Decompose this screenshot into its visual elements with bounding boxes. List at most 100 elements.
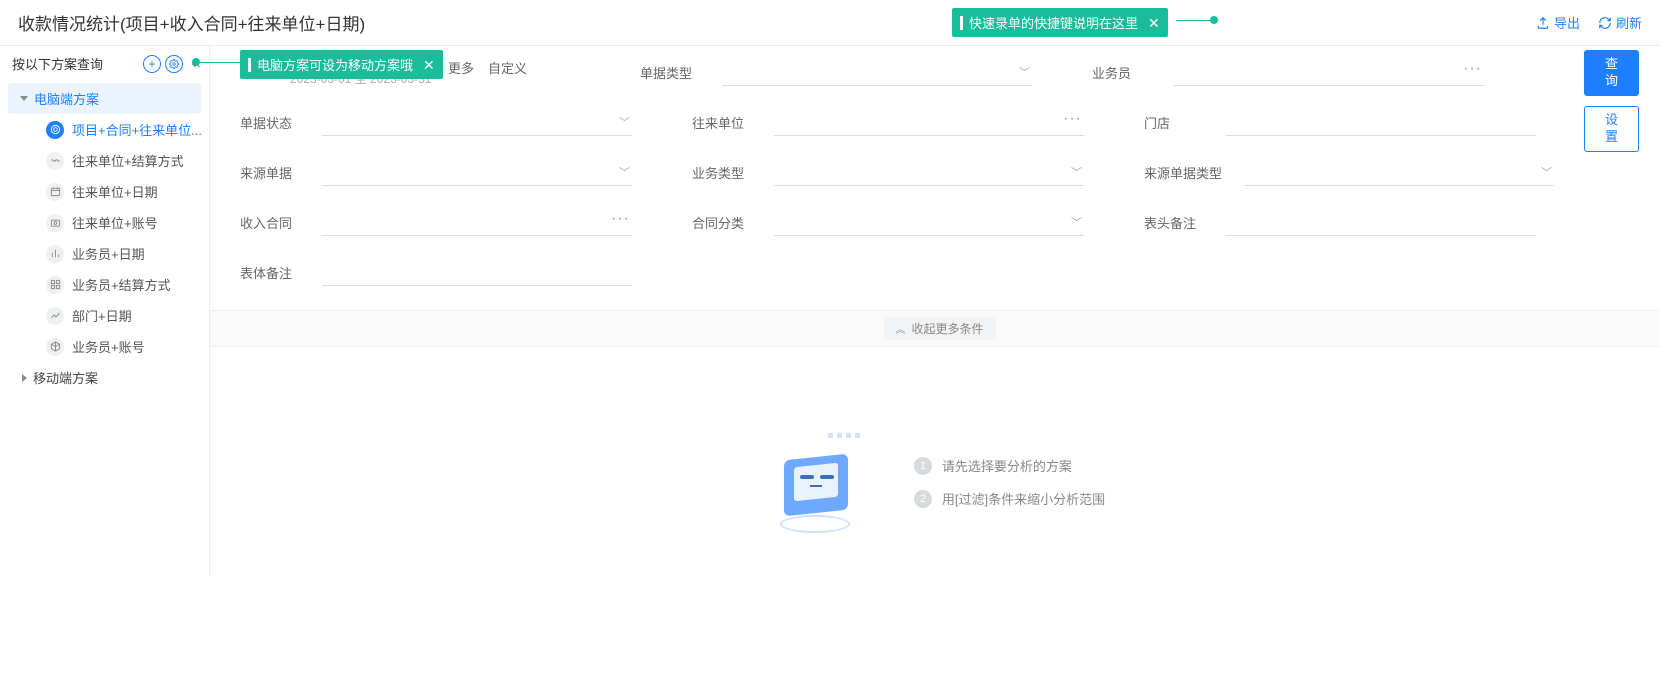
sidebar-item-0[interactable]: 项目+合同+往来单位... (0, 114, 209, 145)
export-icon (1536, 16, 1550, 30)
settings-button[interactable]: 设置 (1584, 106, 1639, 152)
query-button[interactable]: 查询 (1584, 50, 1639, 96)
filter-more-link[interactable]: 更多 (448, 58, 474, 77)
sidebar-item-label: 项目+合同+往来单位... (72, 120, 202, 139)
sidebar-item-2[interactable]: 往来单位+日期 (0, 176, 209, 207)
scheme-icon (46, 245, 64, 263)
empty-steps: 1 请先选择要分析的方案 2 用[过滤]条件来缩小分析范围 (914, 456, 1105, 508)
sidebar-item-label: 往来单位+账号 (72, 213, 158, 232)
filter-input[interactable]: ··· (774, 110, 1084, 136)
empty-step-2: 2 用[过滤]条件来缩小分析范围 (914, 489, 1105, 508)
scheme-icon (46, 183, 64, 201)
collapse-bar: ︽ 收起更多条件 (210, 310, 1660, 347)
sidebar-item-1[interactable]: 往来单位+结算方式 (0, 145, 209, 176)
chevron-down-icon (20, 96, 28, 101)
sidebar-title: 按以下方案查询 (12, 54, 103, 73)
filter-input[interactable]: ﹀ (322, 160, 632, 186)
add-scheme-button[interactable]: + (143, 55, 161, 73)
collapse-label: 收起更多条件 (912, 320, 984, 337)
tree-group-label: 移动端方案 (33, 368, 98, 387)
filter-input[interactable]: ﹀ (774, 160, 1084, 186)
scheme-settings-button[interactable] (165, 55, 183, 73)
filter-input[interactable]: ﹀ (774, 210, 1084, 236)
sidebar-item-5[interactable]: 业务员+结算方式 (0, 269, 209, 300)
export-label: 导出 (1554, 13, 1580, 32)
lookup-icon[interactable]: ··· (1463, 60, 1482, 78)
tip-mobile-close-icon[interactable]: ✕ (423, 58, 435, 72)
main-area: 更多 自定义 2023-03-01 至 2023-03-31 单据类型﹀业务员·… (210, 46, 1660, 577)
filter-panel: 更多 自定义 2023-03-01 至 2023-03-31 单据类型﹀业务员·… (210, 46, 1584, 310)
page-header: 收款情况统计(项目+收入合同+往来单位+日期) 快速录单的快捷键说明在这里 ✕ … (0, 0, 1660, 45)
filter-label: 往来单位 (692, 113, 764, 136)
page-title: 收款情况统计(项目+收入合同+往来单位+日期) (18, 10, 365, 35)
scheme-icon (46, 338, 64, 356)
chevron-up-icon: ︽ (896, 321, 906, 336)
tree-group-mobile[interactable]: 移动端方案 (0, 362, 209, 393)
refresh-icon (1598, 16, 1612, 30)
tip-accent-bar (248, 58, 251, 72)
filter-label: 门店 (1144, 113, 1216, 136)
filter-row: 来源单据 ﹀ 业务类型 ﹀ 来源单据类型 ﹀ (240, 160, 1554, 186)
filter-label: 合同分类 (692, 213, 764, 236)
scheme-icon (46, 307, 64, 325)
empty-step-text: 用[过滤]条件来缩小分析范围 (942, 489, 1105, 508)
filter-field: 业务类型 ﹀ (692, 160, 1084, 186)
tip-shortcut-close-icon[interactable]: ✕ (1148, 16, 1160, 30)
scheme-icon (46, 152, 64, 170)
tree-items: 项目+合同+往来单位...往来单位+结算方式往来单位+日期往来单位+账号业务员+… (0, 114, 209, 362)
filter-label: 来源单据 (240, 163, 312, 186)
filter-input[interactable]: ﹀ (1244, 160, 1554, 186)
tree-group-desktop[interactable]: 电脑端方案 (8, 83, 201, 114)
sidebar-item-4[interactable]: 业务员+日期 (0, 238, 209, 269)
filter-label: 单据类型 (640, 63, 712, 86)
filter-field: 来源单据类型 ﹀ (1144, 160, 1554, 186)
scheme-icon (46, 276, 64, 294)
tip-connector (1176, 20, 1212, 21)
chevron-right-icon (22, 374, 27, 382)
empty-illustration (774, 427, 884, 537)
filter-input[interactable]: ﹀ (322, 110, 632, 136)
scheme-icon (46, 214, 64, 232)
refresh-button[interactable]: 刷新 (1598, 13, 1642, 32)
filter-field: 表体备注 (240, 260, 632, 286)
chevron-down-icon: ﹀ (619, 164, 630, 180)
filter-custom-link[interactable]: 自定义 (488, 58, 527, 77)
filter-input[interactable] (1226, 210, 1536, 236)
sidebar-item-7[interactable]: 业务员+账号 (0, 331, 209, 362)
tip-dot-icon (1210, 16, 1218, 24)
lookup-icon[interactable]: ··· (611, 210, 630, 228)
filter-input[interactable]: ··· (322, 210, 632, 236)
chevron-down-icon: ﹀ (1071, 214, 1082, 230)
collapse-filters-button[interactable]: ︽ 收起更多条件 (884, 317, 996, 340)
sidebar-item-label: 业务员+账号 (72, 337, 145, 356)
sidebar-item-label: 部门+日期 (72, 306, 132, 325)
gear-icon (169, 59, 179, 69)
chevron-down-icon: ﹀ (1071, 164, 1082, 180)
filter-input[interactable] (1226, 110, 1536, 136)
filter-extra-links: 更多 自定义 (448, 58, 527, 77)
tip-mobile: 电脑方案可设为移动方案哦 ✕ (240, 50, 443, 79)
filter-field: 收入合同 ··· (240, 210, 632, 236)
empty-step-text: 请先选择要分析的方案 (942, 456, 1072, 475)
chevron-down-icon: ﹀ (1019, 64, 1030, 80)
filter-input[interactable]: ﹀ (722, 60, 1032, 86)
filter-input[interactable]: ··· (1174, 60, 1484, 86)
filter-row: 收入合同···合同分类﹀表头备注 (240, 210, 1554, 236)
filter-field: 业务员··· (1092, 60, 1484, 86)
filter-label: 业务类型 (692, 163, 764, 186)
filter-label: 来源单据类型 (1144, 163, 1234, 186)
lookup-icon[interactable]: ··· (1063, 110, 1082, 128)
export-button[interactable]: 导出 (1536, 13, 1580, 32)
filters-wrap: 更多 自定义 2023-03-01 至 2023-03-31 单据类型﹀业务员·… (210, 46, 1660, 310)
sidebar-item-3[interactable]: 往来单位+账号 (0, 207, 209, 238)
step-number-icon: 2 (914, 490, 932, 508)
refresh-label: 刷新 (1616, 13, 1642, 32)
filter-field: 门店 (1144, 110, 1536, 136)
tip-shortcut-text: 快速录单的快捷键说明在这里 (969, 13, 1138, 32)
empty-step-1: 1 请先选择要分析的方案 (914, 456, 1105, 475)
sidebar-item-6[interactable]: 部门+日期 (0, 300, 209, 331)
sidebar-item-label: 往来单位+结算方式 (72, 151, 184, 170)
filter-row: 单据状态﹀往来单位···门店 (240, 110, 1554, 136)
filter-input[interactable] (322, 260, 632, 286)
filter-label: 收入合同 (240, 213, 312, 236)
